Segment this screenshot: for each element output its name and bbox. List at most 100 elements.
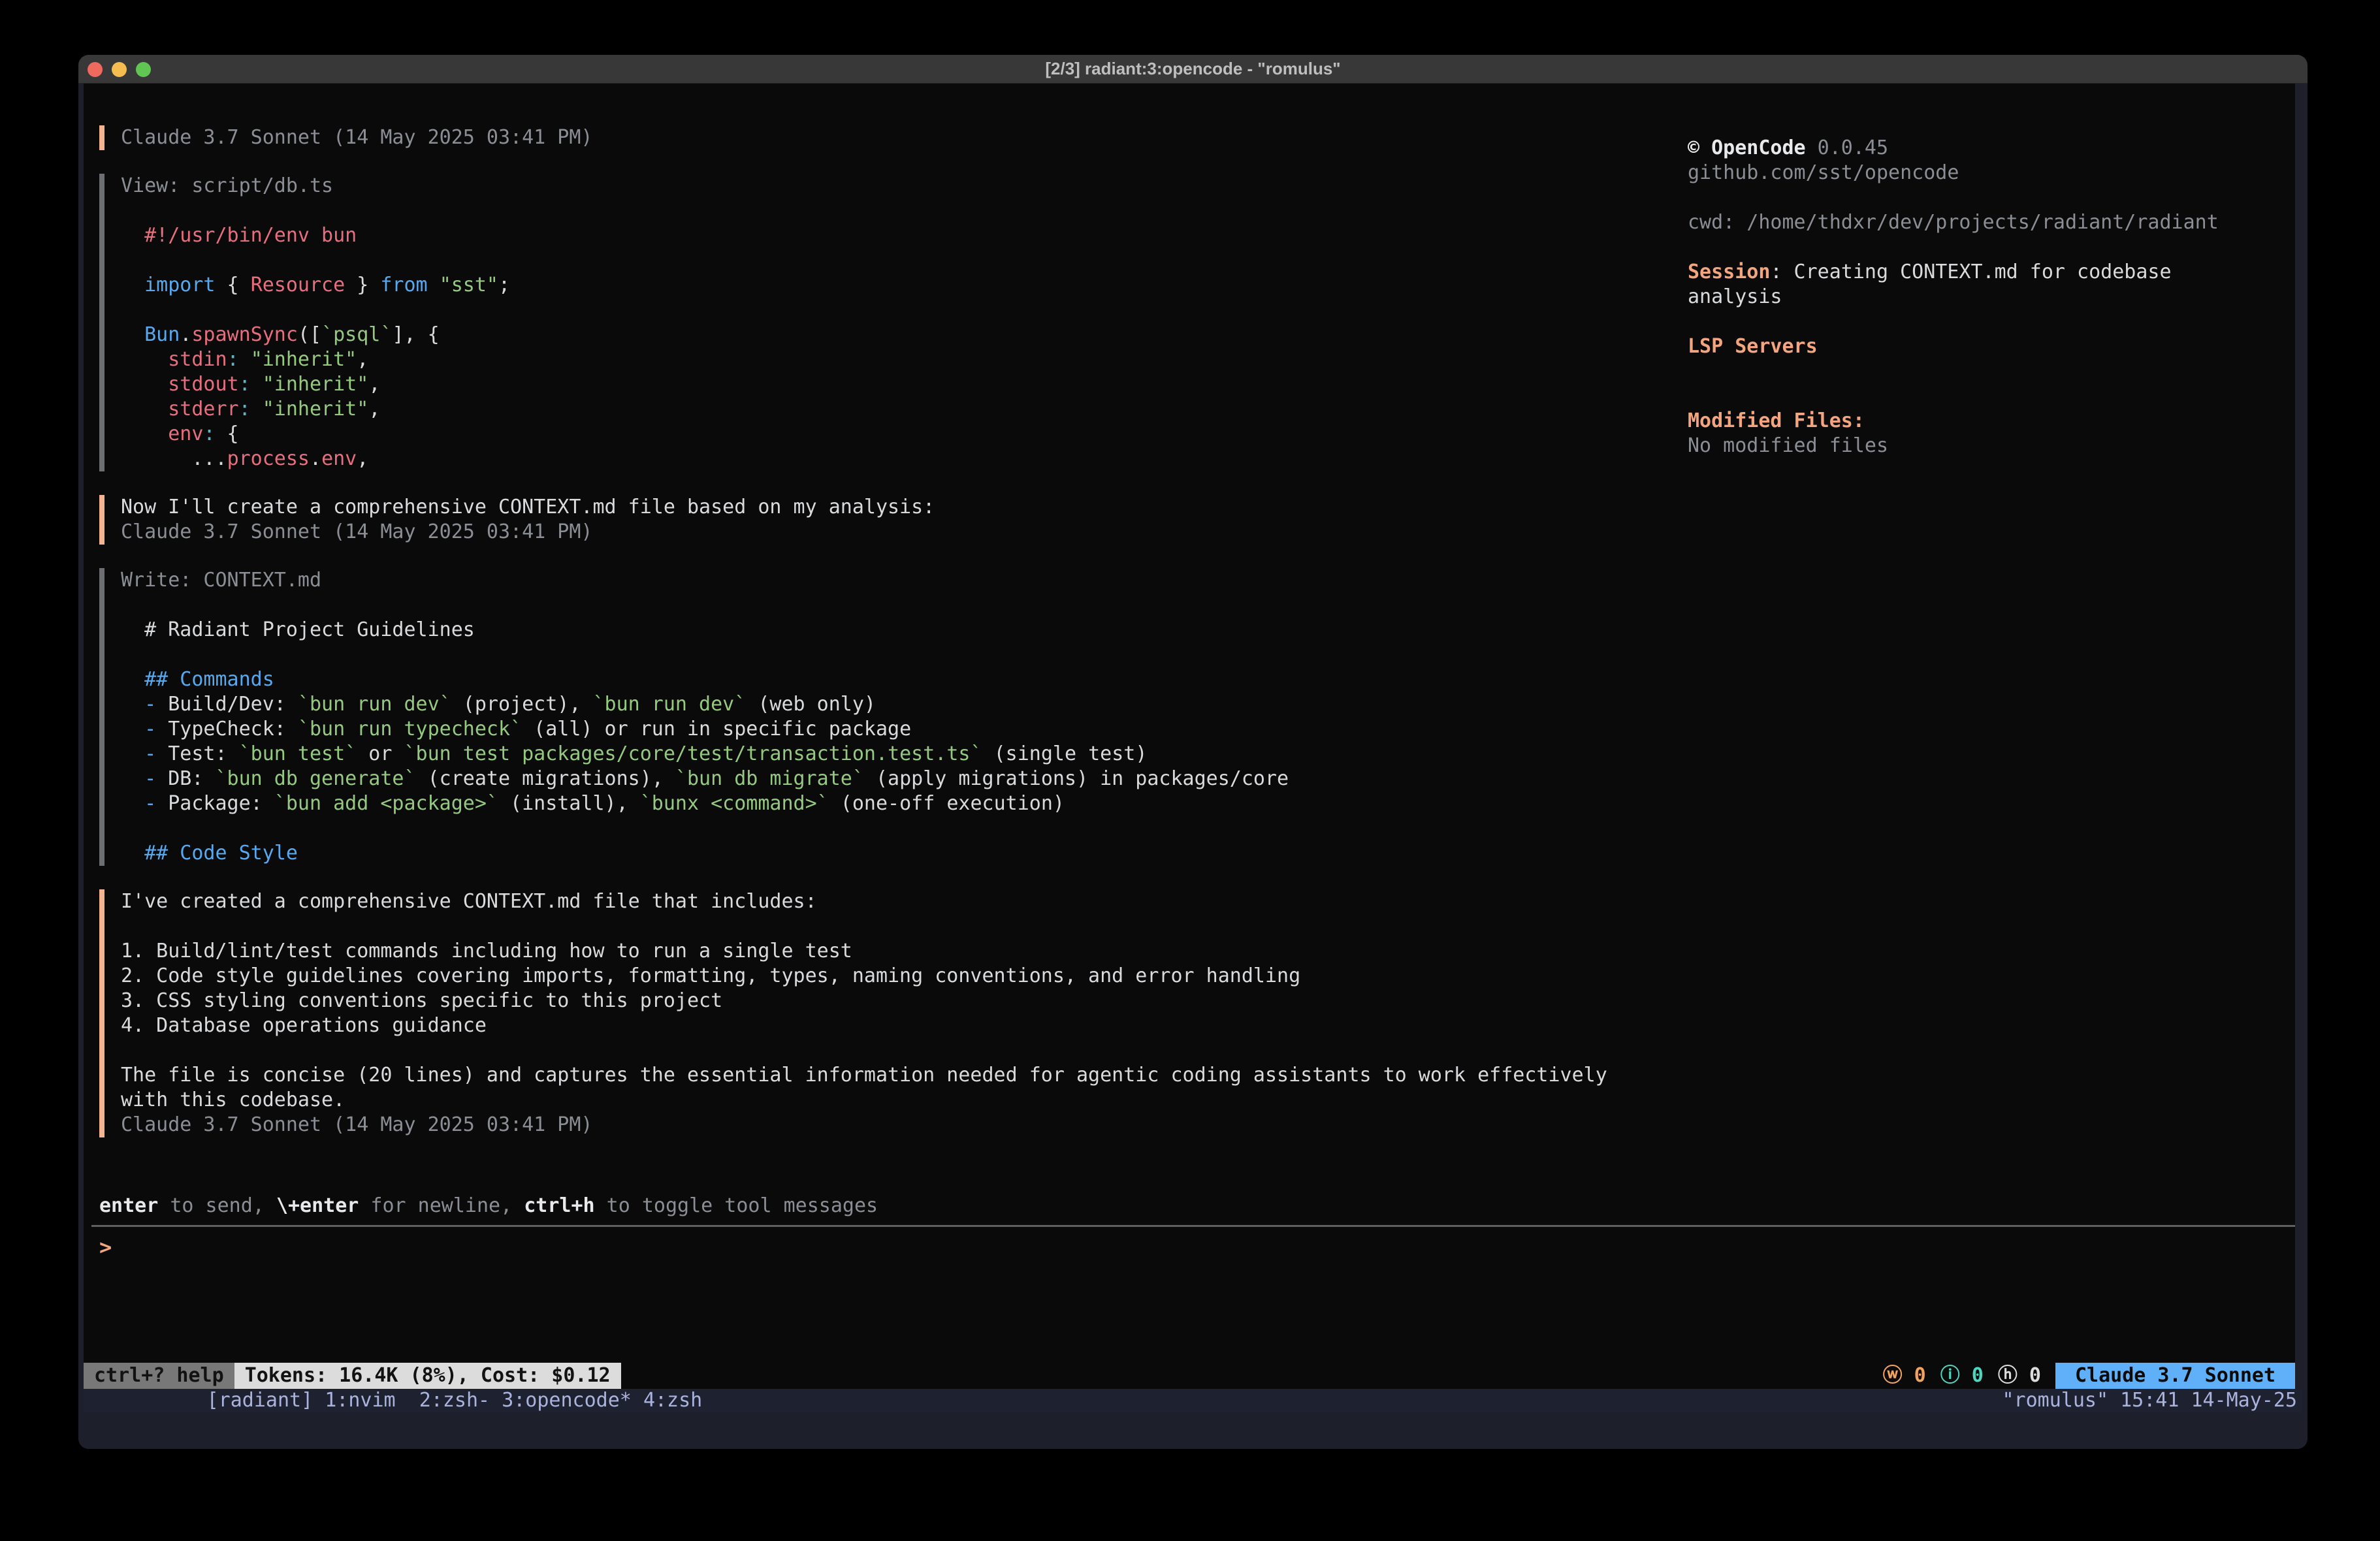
text-segment: `bun run typecheck` xyxy=(298,718,522,740)
tmux-window-opencode[interactable]: 3:opencode* xyxy=(502,1389,643,1412)
text-segment: { xyxy=(216,422,239,445)
assistant-message-block: Now I'll create a comprehensive CONTEXT.… xyxy=(99,495,1694,545)
text-segment: ctrl+h xyxy=(524,1194,594,1217)
text-segment: : xyxy=(227,348,239,371)
tmux-windows: [radiant] 1:nvim 2:zsh- 3:opencode* 4:zs… xyxy=(89,1365,702,1436)
text-segment: © OpenCode xyxy=(1688,136,1806,159)
text-segment: "inherit" xyxy=(251,348,357,371)
text-segment: stdin xyxy=(168,348,227,371)
tmux-window-zsh2[interactable]: 2:zsh- xyxy=(419,1389,502,1412)
terminal-line: # Radiant Project Guidelines xyxy=(121,618,1694,643)
text-segment: , xyxy=(357,348,368,371)
terminal-line: #!/usr/bin/env bun xyxy=(121,223,1694,248)
tmux-status-bar: [radiant] 1:nvim 2:zsh- 3:opencode* 4:zs… xyxy=(84,1389,2302,1412)
terminal-line: env: { xyxy=(121,422,1694,447)
text-segment: - xyxy=(144,792,156,815)
terminal-line: ## Code Style xyxy=(121,841,1694,866)
terminal-line: Claude 3.7 Sonnet (14 May 2025 03:41 PM) xyxy=(121,520,1694,545)
text-segment: ], { xyxy=(392,323,439,346)
text-segment: spawnSync xyxy=(191,323,298,346)
terminal-line: Session: Creating CONTEXT.md for codebas… xyxy=(1688,260,2219,285)
zoom-button[interactable] xyxy=(136,62,151,77)
text-segment: 4. Database operations guidance xyxy=(121,1014,487,1037)
text-segment: . xyxy=(180,323,191,346)
info-count: 0 xyxy=(1972,1364,1984,1387)
text-segment xyxy=(121,693,144,716)
info-icon: ⓘ xyxy=(1940,1364,1960,1387)
close-button[interactable] xyxy=(88,62,103,77)
text-segment: 1. Build/lint/test commands including ho… xyxy=(121,940,852,962)
terminal-line: with this codebase. xyxy=(121,1088,1694,1113)
text-segment: TypeCheck: xyxy=(156,718,298,740)
text-segment: `bun test` xyxy=(239,742,357,765)
terminal-line: - TypeCheck: `bun run typecheck` (all) o… xyxy=(121,717,1694,742)
prompt-input[interactable]: > xyxy=(99,1234,112,1260)
text-segment: , xyxy=(357,447,368,470)
text-segment: { xyxy=(216,274,251,296)
text-segment: \+enter xyxy=(276,1194,359,1217)
terminal-line: github.com/sst/opencode xyxy=(1688,161,2219,185)
tmux-session-name: [radiant] xyxy=(207,1389,325,1412)
terminal-line: I've created a comprehensive CONTEXT.md … xyxy=(121,889,1694,914)
terminal-line: - DB: `bun db generate` (create migratio… xyxy=(121,767,1694,791)
text-segment: (project), xyxy=(451,693,593,716)
terminal-line: cwd: /home/thdxr/dev/projects/radiant/ra… xyxy=(1688,210,2219,235)
chat-area: Claude 3.7 Sonnet (14 May 2025 03:41 PM)… xyxy=(99,125,1694,1161)
message-header-block: Claude 3.7 Sonnet (14 May 2025 03:41 PM) xyxy=(99,125,1694,150)
text-segment: : xyxy=(239,373,251,396)
text-segment: process xyxy=(227,447,310,470)
tmux-window-zsh4[interactable]: 4:zsh xyxy=(643,1389,702,1412)
text-segment: 3. CSS styling conventions specific to t… xyxy=(121,989,722,1012)
terminal-line: stdout: "inherit", xyxy=(121,372,1694,397)
text-segment: . xyxy=(310,447,321,470)
text-segment: Test: xyxy=(156,742,238,765)
text-segment xyxy=(121,274,144,296)
text-segment: (one-off execution) xyxy=(829,792,1065,815)
text-segment: env xyxy=(168,422,203,445)
text-segment: The file is concise (20 lines) and captu… xyxy=(121,1064,1607,1087)
text-segment: github.com/sst/opencode xyxy=(1688,161,1959,184)
terminal-line: 3. CSS styling conventions specific to t… xyxy=(121,989,1694,1013)
text-segment: import xyxy=(144,274,215,296)
terminal-line: - Test: `bun test` or `bun test packages… xyxy=(121,742,1694,767)
text-segment: `psql` xyxy=(321,323,392,346)
text-segment: "inherit" xyxy=(263,398,369,421)
text-segment: "inherit" xyxy=(263,373,369,396)
text-segment xyxy=(121,718,144,740)
titlebar[interactable]: [2/3] radiant:3:opencode - "romulus" xyxy=(78,55,2308,84)
hint-count: 0 xyxy=(2029,1364,2041,1387)
terminal-line: No modified files xyxy=(1688,434,2219,458)
text-segment: `bun test packages/core/test/transaction… xyxy=(404,742,982,765)
text-segment: Claude 3.7 Sonnet (14 May 2025 03:41 PM) xyxy=(121,1113,592,1136)
text-segment: , xyxy=(368,398,380,421)
text-segment xyxy=(251,373,263,396)
text-segment: 0.0.45 xyxy=(1806,136,1888,159)
terminal-line: 2. Code style guidelines covering import… xyxy=(121,964,1694,989)
terminal-line: stderr: "inherit", xyxy=(121,397,1694,422)
minimize-button[interactable] xyxy=(112,62,127,77)
terminal-line: The file is concise (20 lines) and captu… xyxy=(121,1063,1694,1088)
input-divider xyxy=(91,1225,2295,1227)
text-segment: : xyxy=(203,422,215,445)
text-segment: (create migrations), xyxy=(416,767,675,790)
text-segment xyxy=(121,398,168,421)
terminal-line: Now I'll create a comprehensive CONTEXT.… xyxy=(121,495,1694,520)
text-segment: - xyxy=(144,742,156,765)
text-segment: to toggle tool messages xyxy=(595,1194,878,1217)
text-segment: ## Code Style xyxy=(121,842,298,865)
traffic-lights xyxy=(88,55,151,84)
terminal-line: 4. Database operations guidance xyxy=(121,1013,1694,1038)
text-segment: Session xyxy=(1688,261,1770,283)
text-segment: `bun add <package>` xyxy=(274,792,498,815)
warning-count: 0 xyxy=(1914,1364,1926,1387)
tmux-window-nvim[interactable]: 1:nvim xyxy=(325,1389,419,1412)
text-segment: `bun run dev` xyxy=(593,693,747,716)
text-segment: Bun xyxy=(144,323,180,346)
tool-write-block: Write: CONTEXT.md # Radiant Project Guid… xyxy=(99,568,1694,866)
info-sidebar: © OpenCode 0.0.45github.com/sst/opencode… xyxy=(1688,136,2219,458)
text-segment: (apply migrations) in packages/core xyxy=(864,767,1289,790)
terminal-body: Claude 3.7 Sonnet (14 May 2025 03:41 PM)… xyxy=(78,84,2308,1449)
tmux-host-time: "romulus" 15:41 14-May-25 xyxy=(2002,1389,2297,1412)
text-segment: to send, xyxy=(158,1194,276,1217)
warning-icon: ⓦ xyxy=(1883,1364,1903,1387)
